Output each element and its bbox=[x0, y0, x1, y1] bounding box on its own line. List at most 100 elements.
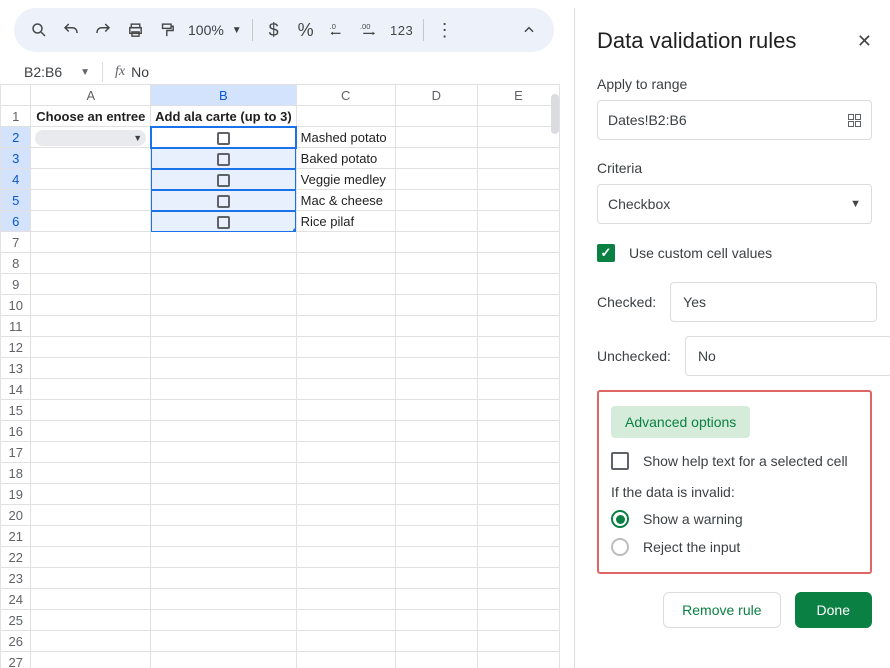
cell[interactable] bbox=[151, 358, 297, 379]
cell[interactable] bbox=[31, 589, 151, 610]
row-header[interactable]: 3 bbox=[1, 148, 31, 169]
cell[interactable] bbox=[151, 169, 297, 190]
zoom-select[interactable]: 100% ▼ bbox=[184, 22, 246, 38]
row-header[interactable]: 25 bbox=[1, 610, 31, 631]
checkbox-icon[interactable] bbox=[217, 174, 230, 187]
cell[interactable] bbox=[151, 337, 297, 358]
cell[interactable] bbox=[395, 295, 477, 316]
cell[interactable] bbox=[477, 358, 559, 379]
criteria-select[interactable]: Checkbox ▼ bbox=[597, 184, 872, 224]
undo-icon[interactable] bbox=[56, 15, 86, 45]
cell[interactable] bbox=[477, 421, 559, 442]
cell[interactable]: Choose an entree bbox=[31, 106, 151, 127]
cell[interactable]: Mashed potato bbox=[296, 127, 395, 148]
cell[interactable] bbox=[296, 547, 395, 568]
cell[interactable] bbox=[151, 484, 297, 505]
cell[interactable] bbox=[31, 547, 151, 568]
cell[interactable] bbox=[31, 295, 151, 316]
cell[interactable] bbox=[31, 148, 151, 169]
cell[interactable]: Baked potato bbox=[296, 148, 395, 169]
cell[interactable] bbox=[477, 589, 559, 610]
cell[interactable] bbox=[477, 547, 559, 568]
cell[interactable] bbox=[296, 379, 395, 400]
row-header[interactable]: 22 bbox=[1, 547, 31, 568]
cell[interactable] bbox=[477, 568, 559, 589]
row-header[interactable]: 9 bbox=[1, 274, 31, 295]
col-header[interactable]: A bbox=[31, 85, 151, 106]
cell[interactable] bbox=[477, 211, 559, 232]
cell[interactable] bbox=[296, 316, 395, 337]
cell[interactable] bbox=[31, 484, 151, 505]
more-icon[interactable]: ⋮ bbox=[430, 15, 460, 45]
apply-range-field[interactable] bbox=[608, 112, 848, 128]
cell[interactable] bbox=[31, 610, 151, 631]
cell[interactable] bbox=[395, 358, 477, 379]
col-header[interactable]: D bbox=[395, 85, 477, 106]
cell[interactable] bbox=[31, 505, 151, 526]
cell[interactable] bbox=[151, 211, 297, 232]
dropdown-chip[interactable]: ▼ bbox=[35, 130, 146, 146]
cell[interactable]: Add ala carte (up to 3) bbox=[151, 106, 297, 127]
cell[interactable] bbox=[296, 442, 395, 463]
cell[interactable] bbox=[477, 442, 559, 463]
formula-input[interactable]: No bbox=[131, 64, 554, 80]
cell[interactable] bbox=[31, 568, 151, 589]
cell[interactable] bbox=[395, 127, 477, 148]
cell[interactable] bbox=[477, 337, 559, 358]
cell[interactable]: Veggie medley bbox=[296, 169, 395, 190]
cell[interactable] bbox=[31, 253, 151, 274]
cell[interactable] bbox=[151, 232, 297, 253]
cell[interactable] bbox=[395, 379, 477, 400]
cell[interactable] bbox=[395, 463, 477, 484]
cell[interactable] bbox=[151, 526, 297, 547]
cell[interactable] bbox=[395, 631, 477, 652]
cell[interactable] bbox=[395, 316, 477, 337]
cell[interactable] bbox=[477, 316, 559, 337]
cell[interactable] bbox=[395, 547, 477, 568]
cell[interactable] bbox=[477, 106, 559, 127]
cell[interactable] bbox=[296, 253, 395, 274]
cell[interactable] bbox=[151, 610, 297, 631]
checkbox-icon[interactable] bbox=[217, 132, 230, 145]
cell[interactable] bbox=[151, 400, 297, 421]
row-header[interactable]: 21 bbox=[1, 526, 31, 547]
unchecked-value-input[interactable] bbox=[685, 336, 890, 376]
collapse-toolbar-icon[interactable] bbox=[514, 15, 544, 45]
cell[interactable] bbox=[296, 232, 395, 253]
cell[interactable] bbox=[31, 337, 151, 358]
custom-values-checkbox[interactable] bbox=[597, 244, 615, 262]
row-header[interactable]: 20 bbox=[1, 505, 31, 526]
cell[interactable] bbox=[296, 610, 395, 631]
row-header[interactable]: 11 bbox=[1, 316, 31, 337]
cell[interactable] bbox=[296, 358, 395, 379]
currency-icon[interactable]: $ bbox=[259, 15, 289, 45]
checkbox-icon[interactable] bbox=[217, 195, 230, 208]
cell[interactable] bbox=[395, 190, 477, 211]
row-header[interactable]: 26 bbox=[1, 631, 31, 652]
cell[interactable]: Mac & cheese bbox=[296, 190, 395, 211]
checkbox-icon[interactable] bbox=[217, 216, 230, 229]
cell[interactable] bbox=[395, 610, 477, 631]
print-icon[interactable] bbox=[120, 15, 150, 45]
row-header[interactable]: 23 bbox=[1, 568, 31, 589]
col-header[interactable]: E bbox=[477, 85, 559, 106]
row-header[interactable]: 10 bbox=[1, 295, 31, 316]
cell[interactable] bbox=[296, 631, 395, 652]
cell[interactable] bbox=[477, 484, 559, 505]
row-header[interactable]: 4 bbox=[1, 169, 31, 190]
selection-handle[interactable] bbox=[293, 228, 297, 232]
paint-format-icon[interactable] bbox=[152, 15, 182, 45]
percent-icon[interactable]: % bbox=[291, 15, 321, 45]
cell[interactable] bbox=[477, 232, 559, 253]
cell[interactable] bbox=[31, 442, 151, 463]
cell[interactable] bbox=[477, 253, 559, 274]
cell[interactable] bbox=[31, 190, 151, 211]
cell[interactable] bbox=[151, 148, 297, 169]
cell[interactable] bbox=[395, 253, 477, 274]
cell[interactable] bbox=[296, 484, 395, 505]
cell[interactable] bbox=[31, 211, 151, 232]
cell[interactable] bbox=[151, 442, 297, 463]
cell[interactable] bbox=[395, 484, 477, 505]
search-icon[interactable] bbox=[24, 15, 54, 45]
cell[interactable] bbox=[296, 106, 395, 127]
